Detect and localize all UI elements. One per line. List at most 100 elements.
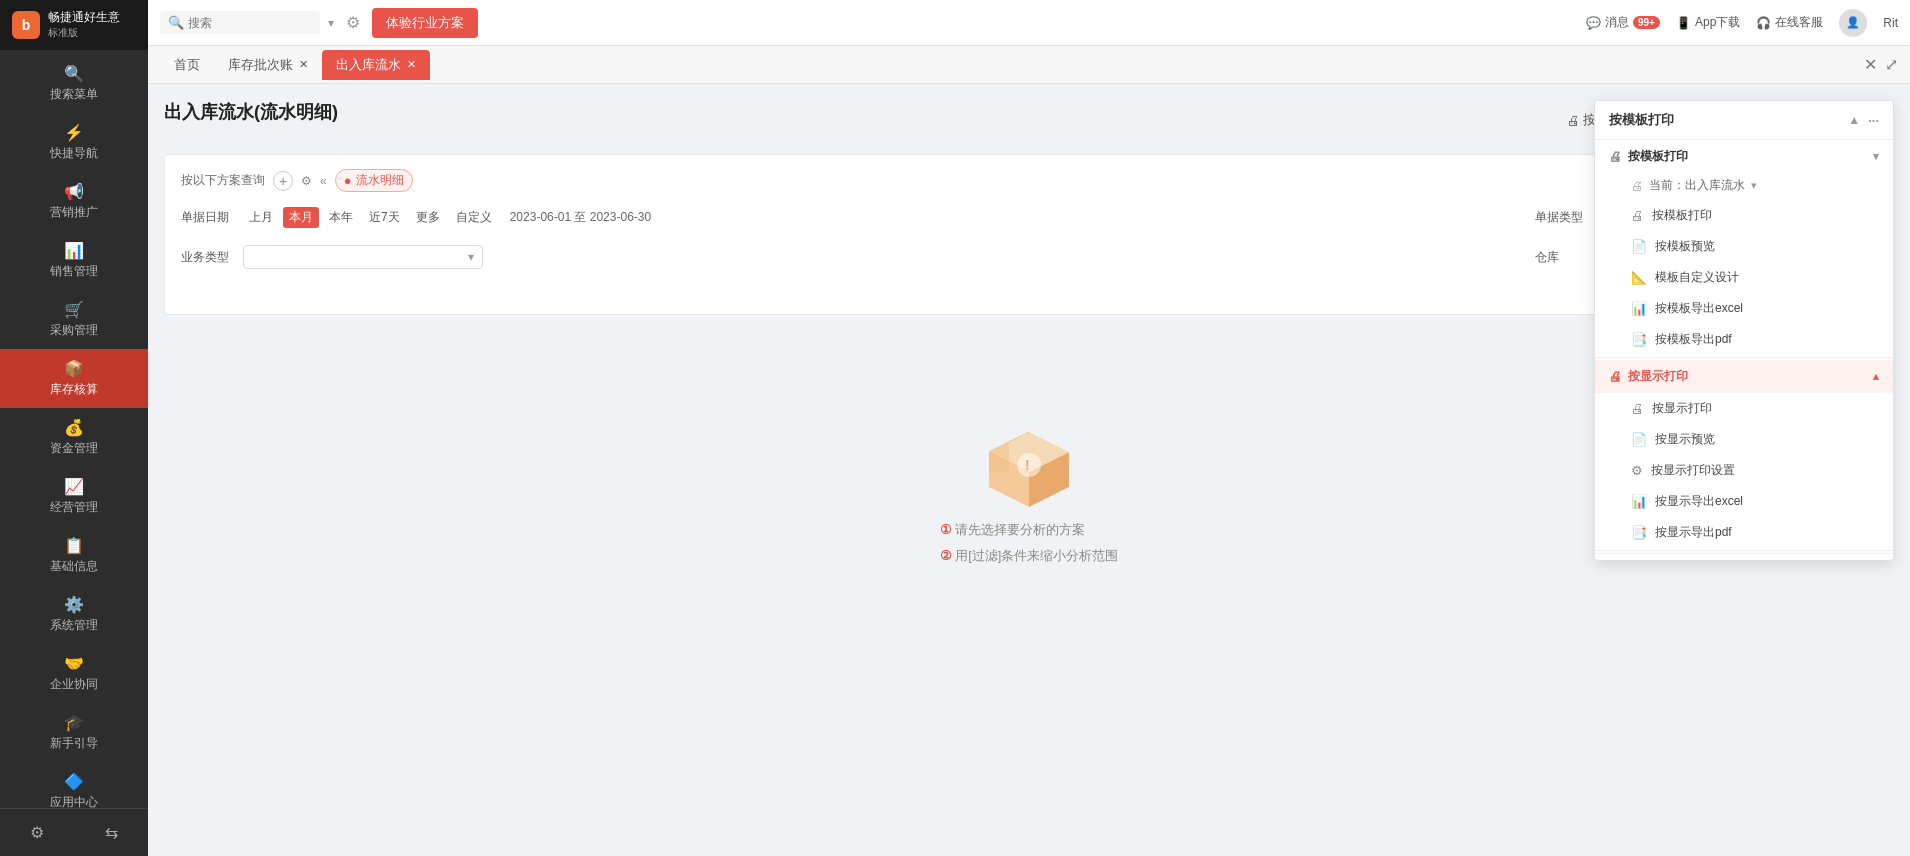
- sidebar-logo: b 畅捷通好生意 标准版: [0, 0, 148, 50]
- template-custom-item[interactable]: 📐 模板自定义设计: [1595, 262, 1893, 293]
- avatar-placeholder: 👤: [1846, 16, 1860, 29]
- app-download-btn[interactable]: 📱 App下载: [1676, 14, 1740, 31]
- biz-type-chevron-icon: ▾: [468, 250, 474, 264]
- template-print-section-icon: 🖨: [1609, 149, 1622, 164]
- display-preview-icon: 📄: [1631, 432, 1647, 447]
- topbar-gear-icon[interactable]: ⚙: [346, 13, 360, 32]
- template-preview-item[interactable]: 📄 按模板预览: [1595, 231, 1893, 262]
- biz-type-label: 业务类型: [181, 249, 231, 266]
- sidebar-item-basic[interactable]: 📋 基础信息: [0, 526, 148, 585]
- apps-icon: 🔷: [64, 772, 84, 791]
- sidebar-item-label: 采购管理: [50, 322, 98, 339]
- sidebar-item-marketing[interactable]: 📢 营销推广: [0, 172, 148, 231]
- sidebar-item-finance[interactable]: 💰 资金管理: [0, 408, 148, 467]
- sidebar-item-label: 资金管理: [50, 440, 98, 457]
- sidebar-settings-btn[interactable]: ⚙: [22, 819, 52, 846]
- topbar: 🔍 ▾ ⚙ 体验行业方案 💬 消息 99+ 📱 App下载 🎧 在线客服 👤 R: [148, 0, 1910, 46]
- sidebar-item-label: 新手引导: [50, 735, 98, 752]
- display-export-pdf-item[interactable]: 📑 按显示导出pdf: [1595, 517, 1893, 548]
- coop-icon: 🤝: [64, 654, 84, 673]
- sidebar-bottom: ⚙ ⇆: [0, 808, 148, 856]
- display-print-item[interactable]: 🖨 按显示打印: [1595, 393, 1893, 424]
- sidebar-item-coop[interactable]: 🤝 企业协同: [0, 644, 148, 703]
- display-export-pdf-label: 按显示导出pdf: [1655, 524, 1732, 541]
- display-export-excel-label: 按显示导出excel: [1655, 493, 1743, 510]
- tabbar-controls: ✕ ⤢: [1864, 55, 1898, 74]
- sidebar-item-system[interactable]: ⚙️ 系统管理: [0, 585, 148, 644]
- display-print-section-header[interactable]: 🖨 按显示打印 ▴: [1595, 360, 1893, 393]
- date-btn-custom[interactable]: 自定义: [450, 207, 498, 228]
- custom-item-icon: 📐: [1631, 270, 1647, 285]
- template-custom-label: 模板自定义设计: [1655, 269, 1739, 286]
- tab-expand-btn[interactable]: ⤢: [1885, 55, 1898, 74]
- message-btn[interactable]: 💬 消息 99+: [1586, 14, 1660, 31]
- panel-scroll-up-btn[interactable]: ▲: [1848, 113, 1860, 127]
- tab-home[interactable]: 首页: [160, 50, 214, 80]
- date-btn-last-month[interactable]: 上月: [243, 207, 279, 228]
- page-title: 出入库流水(流水明细): [164, 100, 338, 124]
- tab-batch[interactable]: 库存批次账 ✕: [214, 50, 322, 80]
- date-btn-7days[interactable]: 近7天: [363, 207, 406, 228]
- online-service-label: 在线客服: [1775, 14, 1823, 31]
- current-chevron-icon: ▾: [1751, 179, 1757, 192]
- search-add-btn[interactable]: +: [273, 171, 293, 191]
- tab-batch-label: 库存批次账: [228, 56, 293, 74]
- sidebar-item-purchase[interactable]: 🛒 采购管理: [0, 290, 148, 349]
- online-service-btn[interactable]: 🎧 在线客服: [1756, 14, 1823, 31]
- template-print-section-header[interactable]: 🖨 按模板打印 ▾: [1595, 140, 1893, 173]
- tab-batch-close[interactable]: ✕: [299, 58, 308, 71]
- sidebar-item-quick[interactable]: ⚡ 快捷导航: [0, 113, 148, 172]
- date-btn-this-month[interactable]: 本月: [283, 207, 319, 228]
- date-btn-this-year[interactable]: 本年: [323, 207, 359, 228]
- tab-flow[interactable]: 出入库流水 ✕: [322, 50, 430, 80]
- sidebar-item-operations[interactable]: 📈 经营管理: [0, 467, 148, 526]
- template-print-item[interactable]: 🖨 按模板打印: [1595, 200, 1893, 231]
- dropdown-title: 按模板打印: [1609, 111, 1674, 129]
- print-icon: 🖨: [1567, 113, 1580, 128]
- app-badge: 标准版: [48, 26, 120, 40]
- set-default-btn[interactable]: ⚙ 设置默认功能 ▾: [1595, 553, 1893, 560]
- search-header-label: 按以下方案查询: [181, 172, 265, 189]
- display-excel-icon: 📊: [1631, 494, 1647, 509]
- dropdown-current: 🖨 当前：出入库流水 ▾: [1595, 173, 1893, 200]
- logo-icon: b: [12, 11, 40, 39]
- sidebar-item-search[interactable]: 🔍 搜索菜单: [0, 54, 148, 113]
- display-export-excel-item[interactable]: 📊 按显示导出excel: [1595, 486, 1893, 517]
- display-print-section-icon: 🖨: [1609, 369, 1622, 384]
- user-name: Rit: [1883, 16, 1898, 30]
- display-settings-icon: ⚙: [1631, 463, 1643, 478]
- finance-icon: 💰: [64, 418, 84, 437]
- sidebar-item-sales[interactable]: 📊 销售管理: [0, 231, 148, 290]
- sidebar-item-inventory[interactable]: 📦 库存核算: [0, 349, 148, 408]
- guide-icon: 🎓: [64, 713, 84, 732]
- pdf-item-icon: 📑: [1631, 332, 1647, 347]
- dropdown-scroll-area: 🖨 按模板打印 ▾ 🖨 当前：出入库流水 ▾ 🖨 按模板打印 📄 按模板预览 📐…: [1595, 140, 1893, 560]
- empty-illustration: !: [974, 407, 1084, 517]
- sidebar-item-apps[interactable]: 🔷 应用中心: [0, 762, 148, 808]
- search-gear-icon[interactable]: ⚙: [301, 174, 312, 188]
- purchase-icon: 🛒: [64, 300, 84, 319]
- operations-icon: 📈: [64, 477, 84, 496]
- quick-icon: ⚡: [64, 123, 84, 142]
- sidebar-collapse-btn[interactable]: ⇆: [97, 819, 126, 846]
- search-input[interactable]: [188, 16, 308, 30]
- search-icon: 🔍: [168, 15, 184, 30]
- date-range-display: 2023-06-01 至 2023-06-30: [510, 209, 651, 226]
- search-chevron-icon: ▾: [328, 16, 334, 30]
- biz-type-select[interactable]: ▾: [243, 245, 483, 269]
- tab-flow-close[interactable]: ✕: [407, 58, 416, 71]
- tip2-num: ②: [940, 548, 952, 563]
- template-export-pdf-item[interactable]: 📑 按模板导出pdf: [1595, 324, 1893, 355]
- search-collapse-icon[interactable]: «: [320, 174, 327, 188]
- trial-btn[interactable]: 体验行业方案: [372, 8, 478, 38]
- tab-close-all-btn[interactable]: ✕: [1864, 55, 1877, 74]
- user-avatar[interactable]: 👤: [1839, 9, 1867, 37]
- topbar-search-box[interactable]: 🔍: [160, 11, 320, 34]
- template-export-excel-item[interactable]: 📊 按模板导出excel: [1595, 293, 1893, 324]
- date-btn-more[interactable]: 更多: [410, 207, 446, 228]
- display-print-settings-item[interactable]: ⚙ 按显示打印设置: [1595, 455, 1893, 486]
- sidebar-item-label: 库存核算: [50, 381, 98, 398]
- display-preview-item[interactable]: 📄 按显示预览: [1595, 424, 1893, 455]
- sidebar-item-guide[interactable]: 🎓 新手引导: [0, 703, 148, 762]
- excel-item-icon: 📊: [1631, 301, 1647, 316]
